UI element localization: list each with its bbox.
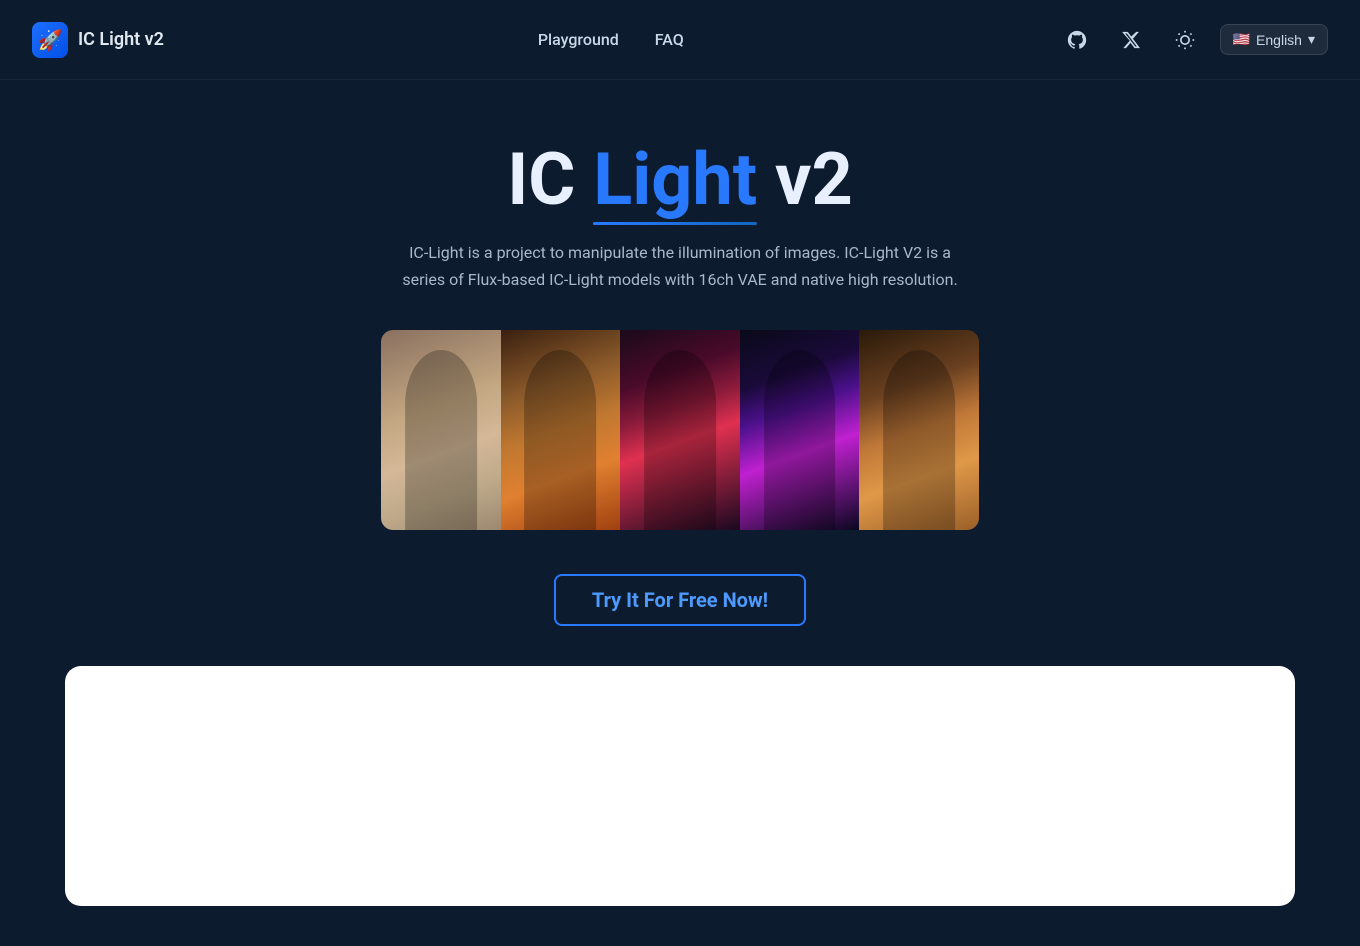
hero-image-2 bbox=[501, 330, 621, 530]
chevron-down-icon: ▾ bbox=[1308, 31, 1315, 48]
lang-label: English bbox=[1256, 32, 1302, 48]
hero-image-1 bbox=[381, 330, 501, 530]
nav-center: Playground FAQ bbox=[538, 30, 684, 49]
lang-flag: 🇺🇸 bbox=[1233, 31, 1250, 48]
hero-image-strip bbox=[381, 330, 979, 530]
github-button[interactable] bbox=[1058, 21, 1096, 59]
hero-title: IC Light v2 bbox=[507, 140, 853, 219]
logo-icon: 🚀 bbox=[32, 22, 68, 58]
language-selector[interactable]: 🇺🇸 English ▾ bbox=[1220, 24, 1328, 55]
hero-description: IC-Light is a project to manipulate the … bbox=[390, 239, 970, 293]
playground-card bbox=[65, 666, 1295, 906]
hero-section: IC Light v2 IC-Light is a project to man… bbox=[0, 80, 1360, 946]
nav-link-playground[interactable]: Playground bbox=[538, 30, 619, 49]
x-twitter-icon bbox=[1121, 30, 1141, 50]
hero-title-suffix: v2 bbox=[757, 137, 853, 222]
hero-title-prefix: IC bbox=[507, 137, 593, 222]
logo-label: IC Light v2 bbox=[78, 29, 164, 50]
sun-icon bbox=[1175, 30, 1195, 50]
theme-toggle-button[interactable] bbox=[1166, 21, 1204, 59]
nav-right: 🇺🇸 English ▾ bbox=[1058, 21, 1328, 59]
x-button[interactable] bbox=[1112, 21, 1150, 59]
hero-image-5 bbox=[859, 330, 979, 530]
cta-button[interactable]: Try It For Free Now! bbox=[554, 574, 806, 626]
hero-image-3 bbox=[620, 330, 740, 530]
github-icon bbox=[1066, 29, 1088, 51]
hero-title-highlight: Light bbox=[593, 140, 757, 219]
hero-image-4 bbox=[740, 330, 860, 530]
navbar: 🚀 IC Light v2 Playground FAQ bbox=[0, 0, 1360, 80]
nav-logo[interactable]: 🚀 IC Light v2 bbox=[32, 22, 164, 58]
nav-link-faq[interactable]: FAQ bbox=[655, 30, 684, 49]
